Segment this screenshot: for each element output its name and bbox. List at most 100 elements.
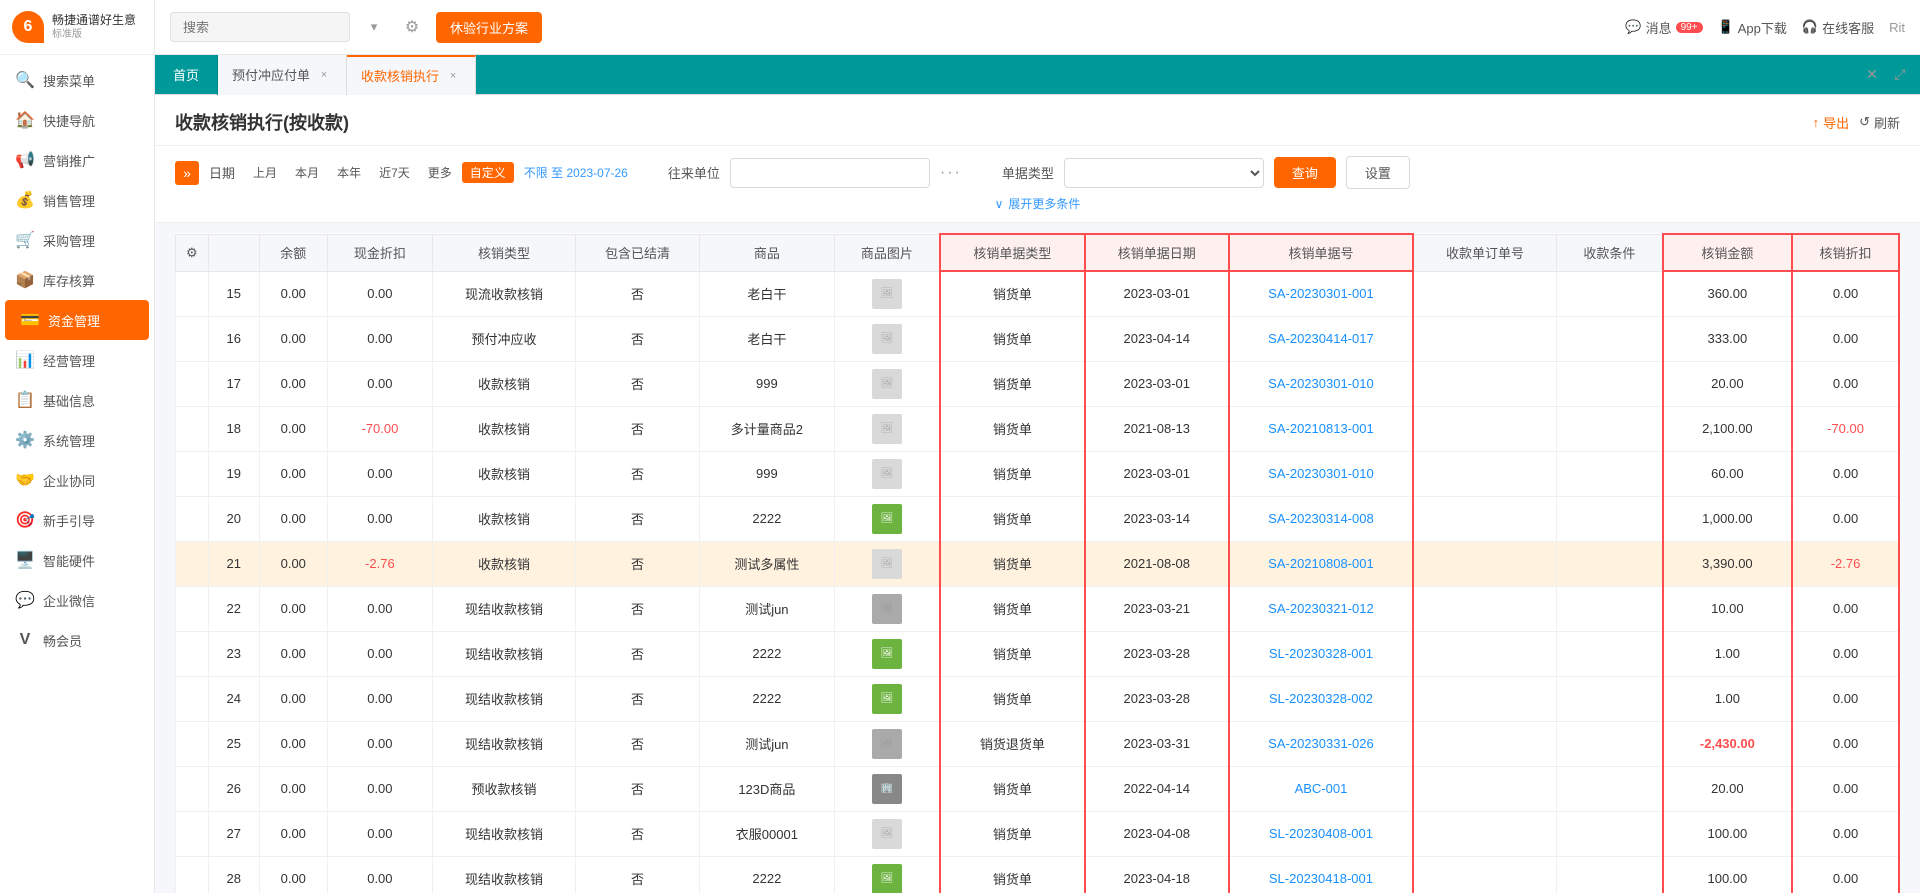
- sidebar-item-wechat[interactable]: 💬 企业微信: [0, 580, 154, 620]
- sidebar-item-inventory[interactable]: 📦 库存核算: [0, 260, 154, 300]
- verify-doc-link[interactable]: SA-20210808-001: [1268, 556, 1374, 571]
- verify-doc-link[interactable]: SL-20230408-001: [1269, 826, 1373, 841]
- verify-doc-link[interactable]: SA-20230321-012: [1268, 601, 1374, 616]
- cell-verify-doc-no[interactable]: SA-20230301-010: [1229, 451, 1413, 496]
- date-this-month[interactable]: 本月: [287, 162, 327, 183]
- cell-goods-image: 🖼: [834, 496, 940, 541]
- col-receipt-order-no: 收款单订单号: [1413, 234, 1557, 271]
- cell-verify-amount: 3,390.00: [1663, 541, 1792, 586]
- date-7days[interactable]: 近7天: [371, 162, 418, 183]
- sidebar-item-search[interactable]: 🔍 搜索菜单: [0, 60, 154, 100]
- tab-home[interactable]: 首页: [155, 55, 218, 95]
- filter-settings-button[interactable]: 设置: [1346, 156, 1410, 189]
- sidebar-item-fund[interactable]: 💳 资金管理: [5, 300, 149, 340]
- query-button[interactable]: 查询: [1274, 157, 1336, 188]
- cell-verify-doc-no[interactable]: SL-20230328-001: [1229, 631, 1413, 676]
- download-icon: 📱: [1718, 19, 1734, 35]
- cell-verify-doc-no[interactable]: SL-20230408-001: [1229, 811, 1413, 856]
- cell-goods: 999: [700, 361, 835, 406]
- cell-verify-discount: 0.00: [1792, 451, 1899, 496]
- verify-doc-link[interactable]: ABC-001: [1295, 781, 1348, 796]
- cell-verify-doc-no[interactable]: SL-20230328-002: [1229, 676, 1413, 721]
- cell-verify-doc-no[interactable]: SA-20230414-017: [1229, 316, 1413, 361]
- tab-receipts[interactable]: 收款核销执行 ×: [347, 55, 476, 95]
- cell-verify-discount: 0.00: [1792, 676, 1899, 721]
- filter-expand-button[interactable]: »: [175, 161, 199, 185]
- sidebar-item-operation[interactable]: 📊 经营管理: [0, 340, 154, 380]
- cell-receipt-order-no: [1413, 856, 1557, 893]
- verify-doc-link[interactable]: SA-20230331-026: [1268, 736, 1374, 751]
- maximize-window-icon[interactable]: ⤢: [1890, 65, 1910, 85]
- cell-settings: [176, 676, 209, 721]
- verify-doc-link[interactable]: SL-20230418-001: [1269, 871, 1373, 886]
- message-action[interactable]: 💬 消息 99+: [1625, 18, 1702, 37]
- cell-goods: 老白干: [700, 271, 835, 316]
- cell-goods: 测试jun: [700, 586, 835, 631]
- cell-verify-doc-no[interactable]: SA-20230321-012: [1229, 586, 1413, 631]
- sidebar-item-guide[interactable]: 🎯 新手引导: [0, 500, 154, 540]
- sidebar-item-system[interactable]: ⚙️ 系统管理: [0, 420, 154, 460]
- app-download-action[interactable]: 📱 App下载: [1718, 18, 1787, 37]
- verify-doc-link[interactable]: SA-20230314-008: [1268, 511, 1374, 526]
- col-settings[interactable]: ⚙: [176, 234, 209, 271]
- cell-cash-discount: 0.00: [327, 676, 432, 721]
- cell-row-num: 15: [208, 271, 259, 316]
- sidebar-item-vip[interactable]: V 畅会员: [0, 620, 154, 660]
- cell-verify-doc-no[interactable]: SA-20210808-001: [1229, 541, 1413, 586]
- cell-verify-doc-no[interactable]: SA-20210813-001: [1229, 406, 1413, 451]
- cell-verify-doc-no[interactable]: SA-20230314-008: [1229, 496, 1413, 541]
- sidebar-item-purchase[interactable]: 🛒 采购管理: [0, 220, 154, 260]
- sidebar-item-hardware[interactable]: 🖥️ 智能硬件: [0, 540, 154, 580]
- search-input[interactable]: [170, 12, 350, 42]
- refresh-button[interactable]: ↺ 刷新: [1859, 113, 1900, 132]
- cell-row-num: 22: [208, 586, 259, 631]
- cell-verify-doc-no[interactable]: SA-20230301-010: [1229, 361, 1413, 406]
- cell-verify-doc-no[interactable]: ABC-001: [1229, 766, 1413, 811]
- online-service-action[interactable]: 🎧 在线客服: [1802, 18, 1874, 37]
- dropdown-arrow-icon[interactable]: ▾: [360, 13, 388, 41]
- cell-verify-doc-no[interactable]: SA-20230331-026: [1229, 721, 1413, 766]
- tab-prepay[interactable]: 预付冲应付单 ×: [218, 55, 347, 95]
- close-window-icon[interactable]: ✕: [1862, 65, 1882, 85]
- verify-doc-link[interactable]: SL-20230328-001: [1269, 646, 1373, 661]
- table-row: 19 0.00 0.00 收款核销 否 999 🖼 销货单 2023-03-01…: [176, 451, 1900, 496]
- sidebar-item-sales[interactable]: 💰 销售管理: [0, 180, 154, 220]
- settings-icon[interactable]: ⚙: [398, 13, 426, 41]
- expand-more-btn[interactable]: ∨ 展开更多条件: [175, 195, 1900, 212]
- verify-doc-link[interactable]: SA-20230301-010: [1268, 466, 1374, 481]
- cell-row-num: 25: [208, 721, 259, 766]
- date-last-month[interactable]: 上月: [245, 162, 285, 183]
- sidebar-item-marketing[interactable]: 📢 营销推广: [0, 140, 154, 180]
- sidebar-item-basic[interactable]: 📋 基础信息: [0, 380, 154, 420]
- verify-doc-link[interactable]: SA-20230301-001: [1268, 286, 1374, 301]
- col-receipt-condition: 收款条件: [1557, 234, 1663, 271]
- industry-btn[interactable]: 休验行业方案: [436, 12, 542, 43]
- verify-doc-link[interactable]: SL-20230328-002: [1269, 691, 1373, 706]
- verify-doc-link[interactable]: SA-20230301-010: [1268, 376, 1374, 391]
- cell-verify-amount: 10.00: [1663, 586, 1792, 631]
- cell-include-settled: 否: [575, 406, 699, 451]
- date-this-year[interactable]: 本年: [329, 162, 369, 183]
- cell-verify-type: 预付冲应收: [433, 316, 576, 361]
- cell-settings: [176, 811, 209, 856]
- sidebar-item-collab[interactable]: 🤝 企业协同: [0, 460, 154, 500]
- chart-icon: 📊: [15, 350, 35, 370]
- cell-verify-type: 收款核销: [433, 451, 576, 496]
- voucher-type-select[interactable]: [1064, 158, 1264, 188]
- verify-doc-link[interactable]: SA-20230414-017: [1268, 331, 1374, 346]
- from-unit-input[interactable]: [730, 158, 930, 188]
- verify-doc-link[interactable]: SA-20210813-001: [1268, 421, 1374, 436]
- date-custom[interactable]: 自定义: [462, 162, 514, 183]
- tab-close-prepay[interactable]: ×: [316, 67, 332, 83]
- cell-receipt-condition: [1557, 451, 1663, 496]
- sidebar-item-quick-nav[interactable]: 🏠 快捷导航: [0, 100, 154, 140]
- cell-cash-discount: 0.00: [327, 856, 432, 893]
- cell-include-settled: 否: [575, 856, 699, 893]
- cell-verify-doc-no[interactable]: SL-20230418-001: [1229, 856, 1413, 893]
- cell-verify-doc-type: 销货单: [940, 676, 1084, 721]
- tab-close-receipts[interactable]: ×: [445, 68, 461, 84]
- export-button[interactable]: ↑ 导出: [1813, 113, 1850, 132]
- date-more[interactable]: 更多: [420, 162, 460, 183]
- cell-verify-doc-date: 2023-03-21: [1085, 586, 1229, 631]
- cell-verify-doc-no[interactable]: SA-20230301-001: [1229, 271, 1413, 316]
